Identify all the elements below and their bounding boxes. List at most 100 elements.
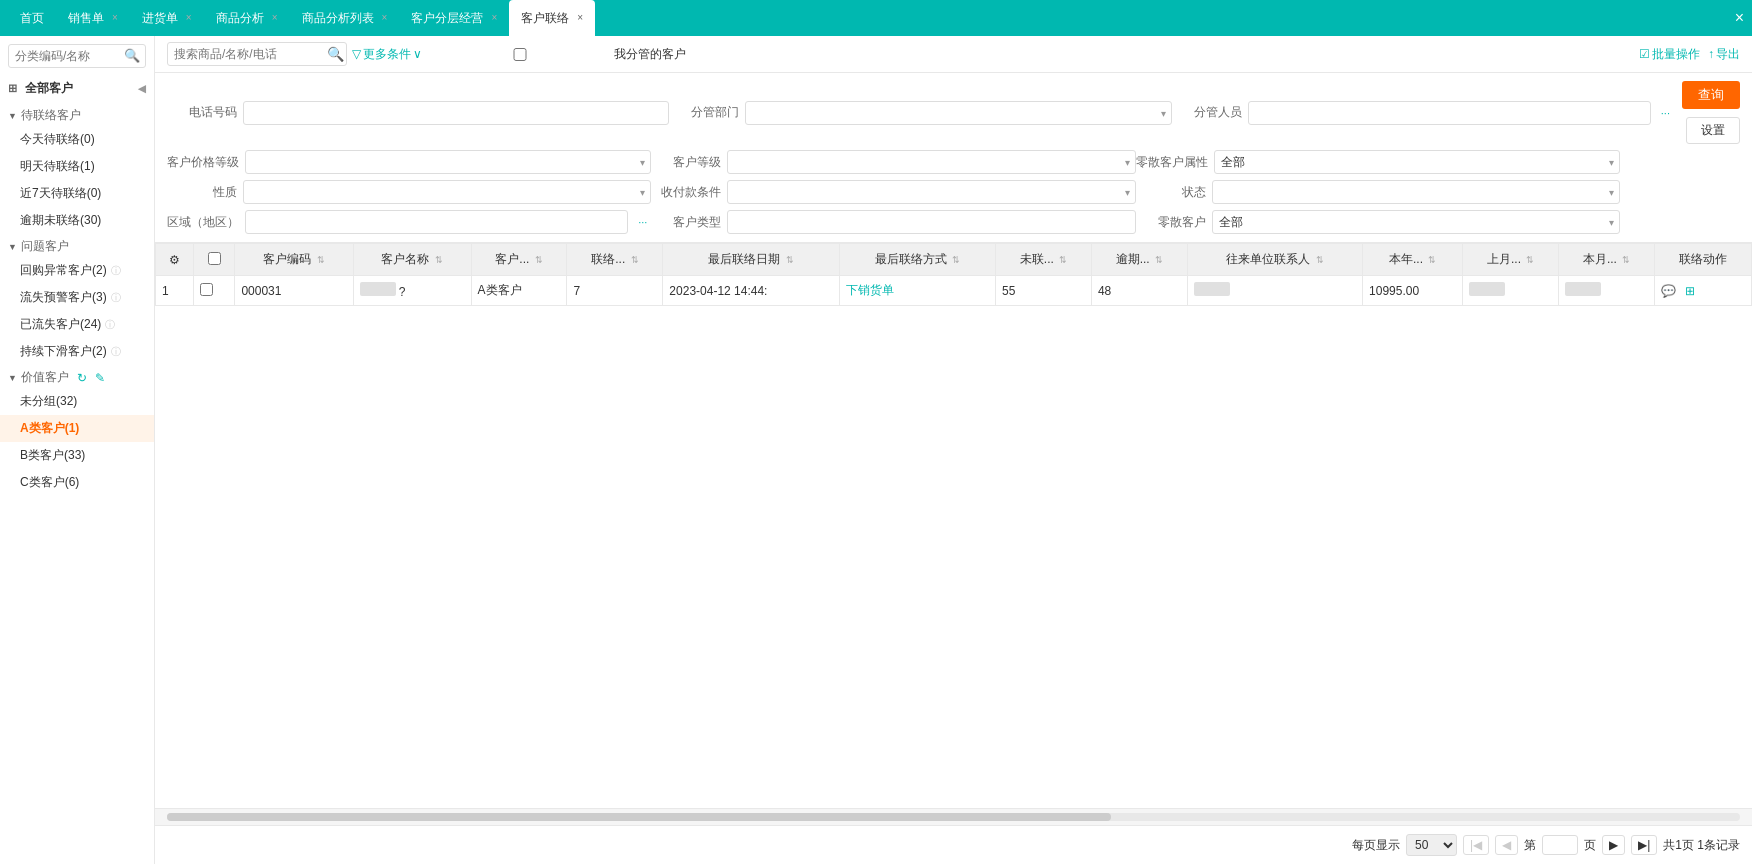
sidebar-item-churned[interactable]: 已流失客户(24) ⓘ: [0, 311, 154, 338]
batch-op-btn[interactable]: ☑ 批量操作: [1639, 46, 1700, 63]
payment-select[interactable]: [727, 180, 1135, 204]
nav-customer-contact[interactable]: 客户联络 ×: [509, 0, 595, 36]
action-chat-icon[interactable]: 💬: [1661, 284, 1676, 298]
sort-contact-icon[interactable]: ⇅: [631, 255, 639, 265]
cell-not-contact: 55: [996, 276, 1092, 306]
main-layout: 🔍 ⊞ 全部客户 ◀ ▼ 待联络客户 今天待联络(0) 明天待联络(1) 近7天…: [0, 36, 1752, 864]
customer-level-select[interactable]: [727, 150, 1135, 174]
refresh-icon[interactable]: ↻: [77, 371, 87, 385]
col-gear[interactable]: ⚙: [156, 244, 194, 276]
group-pending-contact[interactable]: ▼ 待联络客户: [0, 103, 154, 126]
close-sales-icon[interactable]: ×: [112, 0, 118, 36]
retail-select[interactable]: 全部: [1212, 210, 1620, 234]
col-last-method: 最后联络方式 ⇅: [839, 244, 995, 276]
sort-last-month-icon[interactable]: ⇅: [1526, 255, 1534, 265]
action-qr-icon[interactable]: ⊞: [1685, 284, 1695, 298]
sidebar-item-today[interactable]: 今天待联络(0): [0, 126, 154, 153]
customer-type-input[interactable]: [727, 210, 1135, 234]
price-level-select[interactable]: [245, 150, 651, 174]
sidebar-item-class-a[interactable]: A类客户(1): [0, 415, 154, 442]
region-input[interactable]: [245, 210, 628, 234]
sidebar-search-icon[interactable]: 🔍: [124, 48, 140, 63]
sidebar-all-customers[interactable]: ⊞ 全部客户 ◀: [0, 74, 154, 103]
toolbar-search-icon[interactable]: 🔍: [327, 46, 344, 62]
search-input[interactable]: [167, 42, 347, 66]
sort-contact2-icon[interactable]: ⇅: [1316, 255, 1324, 265]
row-checkbox[interactable]: [200, 283, 213, 296]
query-button[interactable]: 查询: [1682, 81, 1740, 109]
prev-page-btn[interactable]: ◀: [1495, 835, 1518, 855]
sidebar-item-class-b[interactable]: B类客户(33): [0, 442, 154, 469]
next-page-btn[interactable]: ▶: [1602, 835, 1625, 855]
retail-attr-select[interactable]: 全部: [1214, 150, 1620, 174]
sort-overdue-icon[interactable]: ⇅: [1155, 255, 1163, 265]
sidebar-item-declining[interactable]: 持续下滑客户(2) ⓘ: [0, 338, 154, 365]
manager-more-btn[interactable]: ···: [1657, 107, 1674, 119]
my-customer-filter[interactable]: 我分管的客户: [430, 46, 686, 63]
col-checkbox: [194, 244, 235, 276]
sort-code-icon[interactable]: ⇅: [317, 255, 325, 265]
customer-type-label: 客户类型: [651, 214, 721, 231]
close-purchase-icon[interactable]: ×: [186, 0, 192, 36]
edit-icon[interactable]: ✎: [95, 371, 105, 385]
window-close-icon[interactable]: ×: [1735, 9, 1744, 27]
sort-method-icon[interactable]: ⇅: [952, 255, 960, 265]
sidebar-item-7days[interactable]: 近7天待联络(0): [0, 180, 154, 207]
scrollbar-track[interactable]: [167, 813, 1740, 821]
page-input[interactable]: 1: [1542, 835, 1578, 855]
first-page-btn[interactable]: |◀: [1463, 835, 1489, 855]
nature-label: 性质: [167, 184, 237, 201]
sidebar-item-overdue[interactable]: 逾期未联络(30): [0, 207, 154, 234]
select-all-checkbox[interactable]: [208, 252, 221, 265]
nature-select[interactable]: [243, 180, 651, 204]
sidebar-item-churn-warning[interactable]: 流失预警客户(3) ⓘ: [0, 284, 154, 311]
cell-overdue: 48: [1091, 276, 1187, 306]
filter-cell-status: 状态 ▾: [1136, 180, 1620, 204]
region-more-btn[interactable]: ···: [634, 216, 651, 228]
filter-row-2: 客户价格等级 ▾ 客户等级 ▾ 零散客户属性 全部: [167, 150, 1740, 174]
per-page-select[interactable]: 50 100 200: [1406, 834, 1457, 856]
manager-input[interactable]: [1248, 101, 1651, 125]
filter-cell-manager: 分管人员 ···: [1172, 101, 1674, 125]
sidebar-item-class-c[interactable]: C类客户(6): [0, 469, 154, 496]
pagination: 每页显示 50 100 200 |◀ ◀ 第 1 页 ▶ ▶| 共1页 1条记录: [155, 825, 1752, 864]
close-analysis-icon[interactable]: ×: [272, 0, 278, 36]
dept-select[interactable]: [745, 101, 1171, 125]
filter-row-3: 性质 ▾ 收付款条件 ▾ 状态: [167, 180, 1740, 204]
table-header-row: ⚙ 客户编码 ⇅ 客户名称 ⇅ 客户... ⇅: [156, 244, 1752, 276]
sort-not-contact-icon[interactable]: ⇅: [1059, 255, 1067, 265]
scrollbar-thumb[interactable]: [167, 813, 1111, 821]
nav-analysis[interactable]: 商品分析 ×: [204, 0, 290, 36]
triangle-icon2: ▼: [8, 242, 17, 252]
col-type: 客户... ⇅: [471, 244, 567, 276]
sort-this-year-icon[interactable]: ⇅: [1428, 255, 1436, 265]
export-btn[interactable]: ↑ 导出: [1708, 46, 1740, 63]
close-customer-tier-icon[interactable]: ×: [491, 0, 497, 36]
sort-this-month-icon[interactable]: ⇅: [1622, 255, 1630, 265]
col-overdue: 逾期... ⇅: [1091, 244, 1187, 276]
nav-analysis-list[interactable]: 商品分析列表 ×: [290, 0, 400, 36]
nav-home[interactable]: 首页: [8, 0, 56, 36]
my-customer-checkbox[interactable]: [430, 48, 610, 61]
collapse-icon[interactable]: ◀: [138, 83, 146, 94]
sort-name-icon[interactable]: ⇅: [435, 255, 443, 265]
group-value-customers[interactable]: ▼ 价值客户 ↻ ✎: [0, 365, 154, 388]
setting-button[interactable]: 设置: [1686, 117, 1740, 144]
nav-customer-tier[interactable]: 客户分层经营 ×: [399, 0, 509, 36]
filter-more-btn[interactable]: ▽ 更多条件 ∨: [352, 46, 422, 63]
phone-input[interactable]: [243, 101, 669, 125]
sidebar-item-repurchase-abnormal[interactable]: 回购异常客户(2) ⓘ: [0, 257, 154, 284]
nav-purchase[interactable]: 进货单 ×: [130, 0, 204, 36]
nav-sales[interactable]: 销售单 ×: [56, 0, 130, 36]
sidebar-item-tomorrow[interactable]: 明天待联络(1): [0, 153, 154, 180]
sidebar-item-unclassified[interactable]: 未分组(32): [0, 388, 154, 415]
sort-date-icon[interactable]: ⇅: [786, 255, 794, 265]
last-method-link[interactable]: 下销货单: [846, 283, 894, 297]
close-analysis-list-icon[interactable]: ×: [382, 0, 388, 36]
top-nav: 首页 销售单 × 进货单 × 商品分析 × 商品分析列表 × 客户分层经营 × …: [0, 0, 1752, 36]
sort-type-icon[interactable]: ⇅: [535, 255, 543, 265]
last-page-btn[interactable]: ▶|: [1631, 835, 1657, 855]
close-customer-contact-icon[interactable]: ×: [577, 0, 583, 36]
status-select[interactable]: [1212, 180, 1620, 204]
group-problem-customers[interactable]: ▼ 问题客户: [0, 234, 154, 257]
